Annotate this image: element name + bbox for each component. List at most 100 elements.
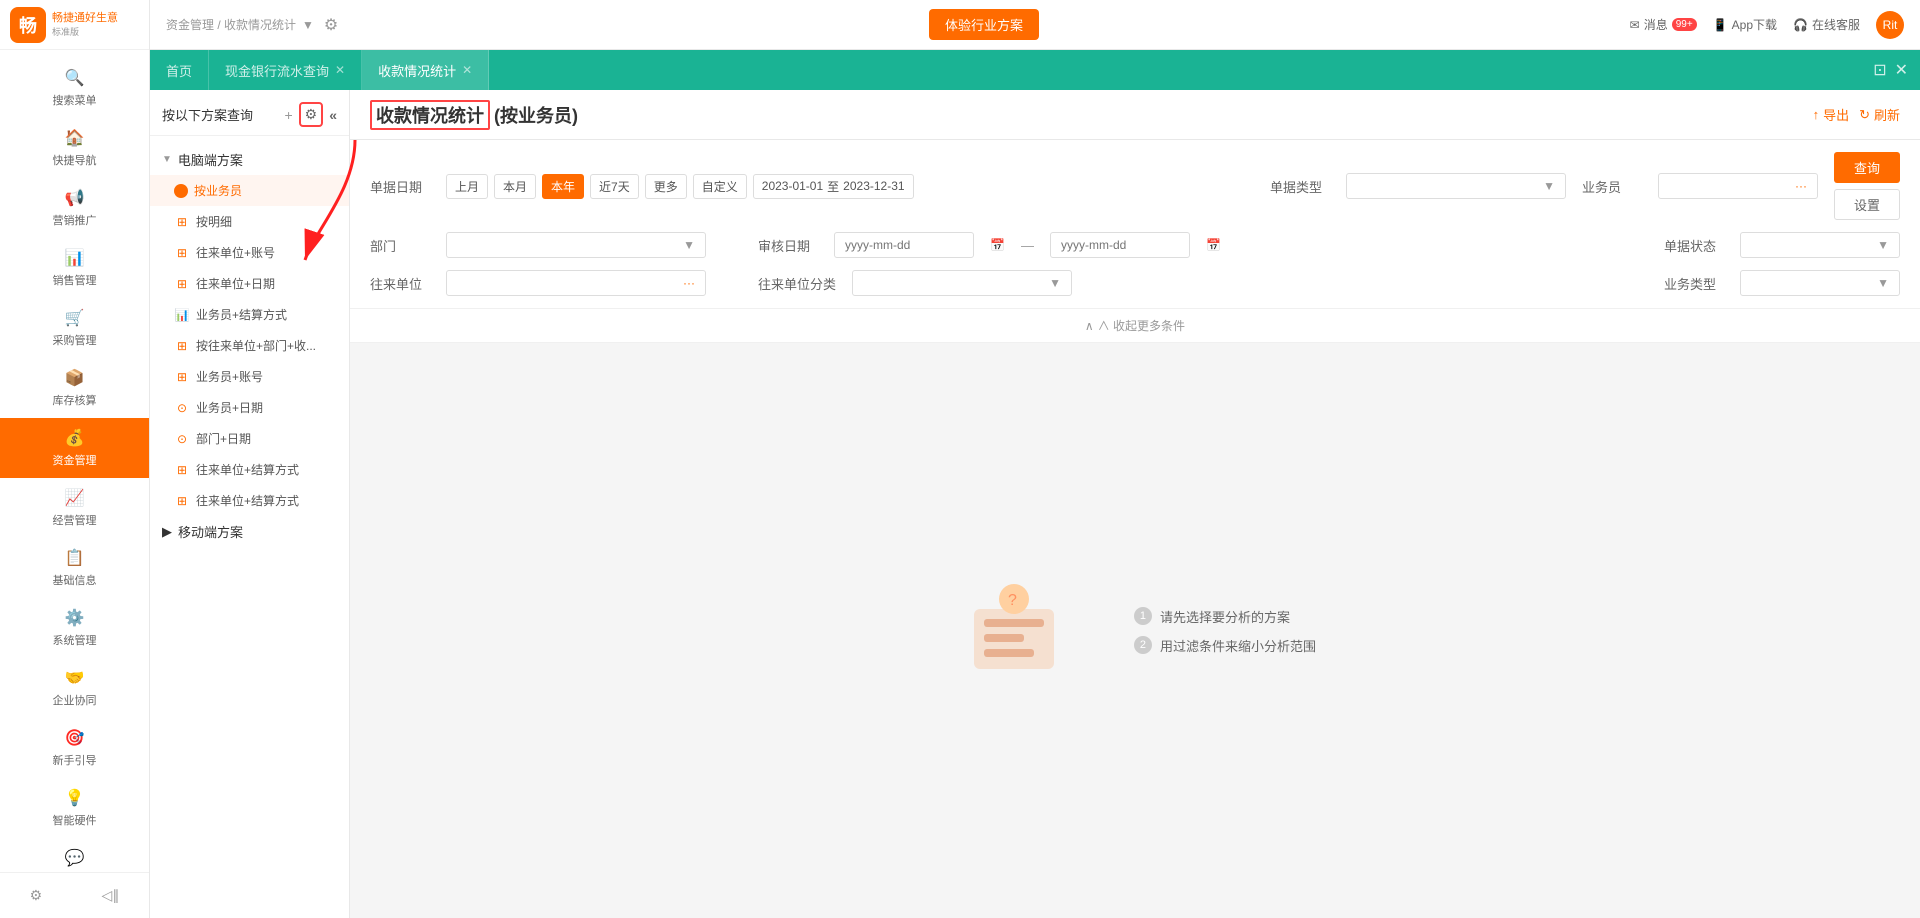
sidebar-item-quicknav[interactable]: 🏠 快捷导航 [0, 118, 149, 178]
schema-item-unit-date[interactable]: ⊞ 往来单位+日期 [150, 268, 349, 299]
schema-item-unit-settlement2[interactable]: ⊞ 往来单位+结算方式 [150, 485, 349, 516]
settings-gear-icon[interactable]: ⚙ [324, 15, 338, 35]
schema-item-unit-account[interactable]: ⊞ 往来单位+账号 [150, 237, 349, 268]
sidebar-item-purchase[interactable]: 🛒 采购管理 [0, 298, 149, 358]
sidebar-label-guide: 新手引导 [53, 752, 97, 768]
sidebar-item-guide[interactable]: 🎯 新手引导 [0, 718, 149, 778]
sidebar-item-inventory[interactable]: 📦 库存核算 [0, 358, 149, 418]
salesperson-select[interactable]: ··· [1658, 173, 1818, 199]
schema-gear-button[interactable]: ⚙ [299, 102, 324, 127]
marketing-icon: 📢 [65, 188, 85, 208]
schema-item-dept-date[interactable]: ⊙ 部门+日期 [150, 423, 349, 454]
audit-date-to-input[interactable] [1050, 232, 1190, 258]
main-area: 资金管理 / 收款情况统计 ▼ ⚙ 体验行业方案 ✉ 消息 99+ 📱 App下… [150, 0, 1920, 918]
sidebar-item-marketing[interactable]: 📢 营销推广 [0, 178, 149, 238]
export-label: 导出 [1823, 105, 1849, 124]
tab-home[interactable]: 首页 [150, 50, 209, 90]
date-btn-7days[interactable]: 近7天 [590, 174, 639, 199]
schema-item-label-dept-date: 部门+日期 [196, 430, 251, 447]
settings-bottom-icon[interactable]: ⚙ [26, 883, 47, 908]
date-btn-last-month[interactable]: 上月 [446, 174, 488, 199]
app-download-action[interactable]: 📱 App下载 [1713, 16, 1777, 33]
sidebar-label-operations: 经营管理 [53, 512, 97, 528]
sidebar-item-hardware[interactable]: 💡 智能硬件 [0, 778, 149, 838]
add-schema-button[interactable]: + [284, 107, 292, 123]
service-icon: 🎧 [1793, 18, 1808, 32]
tab-collection-close-icon[interactable]: ✕ [462, 63, 472, 77]
cooperation-icon: 🤝 [65, 668, 85, 688]
filter-row-date: 单据日期 上月 本月 本年 近7天 更多 自定义 2023-01-01 至 20… [370, 152, 1900, 220]
collapse-sidebar-icon[interactable]: ◁∥ [98, 883, 124, 908]
tab-cashflow[interactable]: 现金银行流水查询 ✕ [209, 50, 362, 90]
docstatus-select[interactable]: ▼ [1740, 232, 1900, 258]
message-label: 消息 [1644, 16, 1668, 33]
cc-arrow-icon: ▼ [1049, 276, 1061, 290]
online-service-action[interactable]: 🎧 在线客服 [1793, 16, 1860, 33]
date-btn-more[interactable]: 更多 [645, 174, 687, 199]
refresh-label: 刷新 [1874, 105, 1900, 124]
tab-collection[interactable]: 收款情况统计 ✕ [362, 50, 489, 90]
collapse-icon: ∧ [1085, 319, 1094, 333]
refresh-icon: ↻ [1859, 107, 1870, 123]
top-header: 资金管理 / 收款情况统计 ▼ ⚙ 体验行业方案 ✉ 消息 99+ 📱 App下… [150, 0, 1920, 50]
date-btn-custom[interactable]: 自定义 [693, 174, 747, 199]
schema-item-unit-dept[interactable]: ⊞ 按往来单位+部门+收... [150, 330, 349, 361]
setting-button[interactable]: 设置 [1834, 189, 1900, 220]
schema-group-mobile-header[interactable]: ▶ 移动端方案 [150, 516, 349, 547]
counterparty-more: ··· [683, 276, 695, 290]
sidebar-item-finance[interactable]: 💰 资金管理 [0, 418, 149, 478]
tab-bar: 首页 现金银行流水查询 ✕ 收款情况统计 ✕ ⊡ ✕ [150, 50, 1920, 90]
sidebar-label-quicknav: 快捷导航 [53, 152, 97, 168]
audit-date-from-input[interactable] [834, 232, 974, 258]
audit-to-calendar-icon[interactable]: 📅 [1206, 238, 1221, 252]
sidebar-label-system: 系统管理 [53, 632, 97, 648]
empty-tips: 1 请先选择要分析的方案 2 用过滤条件来缩小分析范围 [1134, 607, 1316, 655]
sidebar-item-operations[interactable]: 📈 经营管理 [0, 478, 149, 538]
counterparty-select[interactable]: ··· [446, 270, 706, 296]
tab-maximize-button[interactable]: ⊡ [1873, 60, 1886, 80]
business-type-select[interactable]: ▼ [1740, 270, 1900, 296]
dept-select[interactable]: ▼ [446, 232, 706, 258]
user-avatar[interactable]: Rit [1876, 11, 1904, 39]
schema-item-unit-settlement1[interactable]: ⊞ 往来单位+结算方式 [150, 454, 349, 485]
tab-close-all-button[interactable]: ✕ [1895, 60, 1908, 80]
export-button[interactable]: ↑ 导出 [1813, 105, 1850, 124]
tip-num-2: 2 [1134, 636, 1152, 654]
schema-item-salesperson-settlement[interactable]: 📊 业务员+结算方式 [150, 299, 349, 330]
schema-item-label-detail: 按明细 [196, 213, 232, 230]
sidebar-item-system[interactable]: ⚙️ 系统管理 [0, 598, 149, 658]
sidebar-item-search[interactable]: 🔍 搜索菜单 [0, 58, 149, 118]
collapse-bar[interactable]: ∧ ∧ 收起更多条件 [350, 309, 1920, 343]
online-service-label: 在线客服 [1812, 16, 1860, 33]
refresh-button[interactable]: ↻ 刷新 [1859, 105, 1900, 124]
schema-list: ▼ 电脑端方案 按业务员 ⊞ 按明细 ⊞ 往来单位+账号 [150, 136, 349, 918]
tip-text-2: 用过滤条件来缩小分析范围 [1160, 636, 1316, 655]
sidebar-item-wechat[interactable]: 💬 企业微信 [0, 838, 149, 872]
date-range-display[interactable]: 2023-01-01 至 2023-12-31 [753, 174, 914, 199]
message-action[interactable]: ✉ 消息 99+ [1630, 16, 1697, 33]
tab-cashflow-close-icon[interactable]: ✕ [335, 63, 345, 77]
doctype-select[interactable]: ▼ [1346, 173, 1566, 199]
date-btn-this-month[interactable]: 本月 [494, 174, 536, 199]
sidebar-item-cooperation[interactable]: 🤝 企业协同 [0, 658, 149, 718]
schema-item-by-detail[interactable]: ⊞ 按明细 [150, 206, 349, 237]
schema-item-label-unit-account: 往来单位+账号 [196, 244, 275, 261]
dropdown-arrow-icon[interactable]: ▼ [302, 18, 314, 32]
trial-button[interactable]: 体验行业方案 [929, 9, 1039, 40]
sidebar-item-sales[interactable]: 📊 销售管理 [0, 238, 149, 298]
schema-group-desktop-header[interactable]: ▼ 电脑端方案 [150, 144, 349, 175]
sp-settlement-icon: 📊 [174, 307, 190, 323]
left-panel-header: 按以下方案查询 + ⚙ « [150, 90, 349, 136]
collapse-panel-button[interactable]: « [329, 107, 337, 123]
query-button[interactable]: 查询 [1834, 152, 1900, 183]
schema-item-sp-date[interactable]: ⊙ 业务员+日期 [150, 392, 349, 423]
export-icon: ↑ [1813, 107, 1820, 122]
audit-from-calendar-icon[interactable]: 📅 [990, 238, 1005, 252]
counterparty-category-select[interactable]: ▼ [852, 270, 1072, 296]
sidebar-label-finance: 资金管理 [53, 452, 97, 468]
sidebar-item-basicinfo[interactable]: 📋 基础信息 [0, 538, 149, 598]
schema-item-sp-account[interactable]: ⊞ 业务员+账号 [150, 361, 349, 392]
date-btn-this-year[interactable]: 本年 [542, 174, 584, 199]
schema-item-by-salesperson[interactable]: 按业务员 [150, 175, 349, 206]
dept-date-icon: ⊙ [174, 431, 190, 447]
